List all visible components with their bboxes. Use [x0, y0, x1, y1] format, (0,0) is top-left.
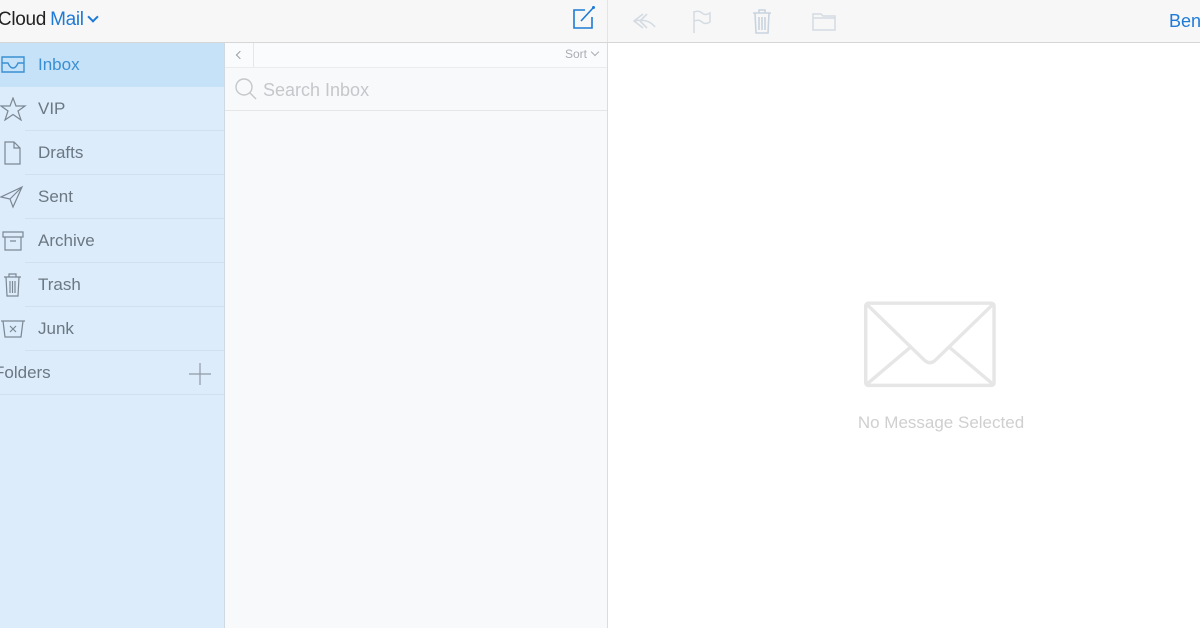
- plus-icon[interactable]: [189, 363, 211, 385]
- flag-icon: [693, 10, 711, 33]
- toolbar-divider: [607, 0, 608, 42]
- no-message-selected-text: No Message Selected: [857, 413, 1025, 432]
- search-bar: [225, 68, 607, 111]
- trash-icon: [753, 9, 771, 34]
- paper-plane-icon: [0, 185, 24, 209]
- top-toolbar: iCloudMail: [0, 0, 1200, 43]
- sidebar-item-junk[interactable]: Junk: [0, 307, 224, 351]
- message-detail-pane: No Message Selected: [608, 43, 1200, 628]
- sidebar-item-drafts[interactable]: Drafts: [0, 131, 224, 175]
- brand-app-name: Mail: [50, 9, 84, 30]
- trash-icon: [4, 273, 21, 297]
- chevron-down-icon: [590, 47, 600, 57]
- divider: [0, 394, 224, 395]
- sidebar-item-sent[interactable]: Sent: [0, 175, 224, 219]
- sidebar-item-label: VIP: [38, 99, 66, 118]
- sidebar-item-label: Sent: [38, 187, 73, 206]
- archive-box-icon: [2, 231, 24, 251]
- user-menu[interactable]: Ben: [1169, 11, 1200, 32]
- mailbox-sidebar: Inbox VIP Drafts Sent Archive Trash Junk…: [0, 43, 225, 628]
- brand-prefix: iCloud: [0, 9, 47, 30]
- chevron-left-icon: [235, 50, 245, 60]
- icloud-mail-app: iCloudMail: [0, 0, 1200, 628]
- folder-icon: [812, 13, 836, 31]
- search-input[interactable]: [261, 76, 585, 104]
- folders-section-header: Folders: [0, 351, 224, 395]
- sidebar-item-label: Junk: [38, 319, 74, 338]
- chevron-down-icon: [87, 11, 99, 23]
- search-icon: [235, 78, 257, 100]
- compose-icon: [573, 6, 595, 29]
- envelope-icon: [864, 301, 996, 388]
- reply-button[interactable]: [631, 8, 659, 34]
- sidebar-item-label: Drafts: [38, 143, 84, 162]
- folders-label: Folders: [0, 363, 51, 382]
- sidebar-item-label: Trash: [38, 275, 81, 294]
- move-to-folder-button[interactable]: [810, 8, 838, 34]
- sidebar-item-label: Inbox: [38, 55, 80, 74]
- message-list-pane: Sort: [225, 43, 608, 628]
- reply-icon: [632, 13, 656, 29]
- trash-button[interactable]: [748, 8, 776, 34]
- sidebar-item-inbox[interactable]: Inbox: [0, 43, 224, 87]
- sidebar-item-vip[interactable]: VIP: [0, 87, 224, 131]
- document-icon: [4, 141, 21, 165]
- junk-icon: [1, 320, 25, 338]
- star-icon: [0, 97, 27, 121]
- sort-button[interactable]: Sort: [564, 47, 600, 61]
- inbox-icon: [1, 56, 25, 73]
- collapse-sidebar-button[interactable]: [225, 43, 254, 67]
- flag-button[interactable]: [688, 8, 716, 34]
- compose-button[interactable]: [571, 5, 597, 31]
- list-header: Sort: [225, 43, 607, 68]
- sidebar-item-archive[interactable]: Archive: [0, 219, 224, 263]
- sort-label: Sort: [564, 47, 587, 61]
- app-title[interactable]: iCloudMail: [0, 9, 99, 31]
- sidebar-item-trash[interactable]: Trash: [0, 263, 224, 307]
- sidebar-item-label: Archive: [38, 231, 95, 250]
